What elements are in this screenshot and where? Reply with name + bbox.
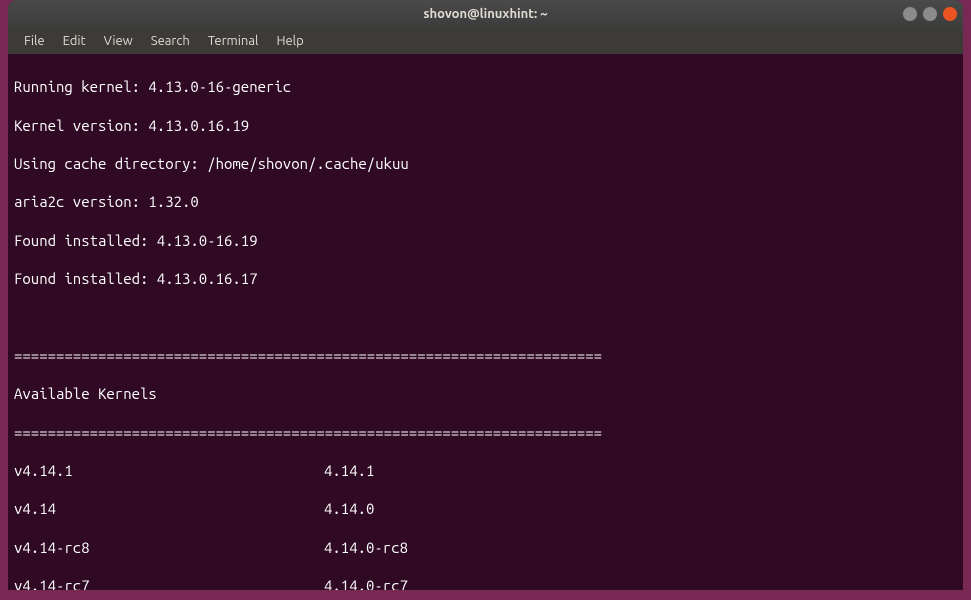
separator-line: ========================================… [14, 423, 957, 442]
kernel-row: v4.14-rc74.14.0-rc7 [14, 576, 957, 590]
separator-line: ========================================… [14, 346, 957, 365]
menu-search[interactable]: Search [143, 31, 198, 51]
window-title: shovon@linuxhint: ~ [423, 7, 547, 21]
menu-view[interactable]: View [96, 31, 141, 51]
kernel-version: 4.14.0 [324, 499, 374, 518]
kernel-name: v4.14-rc7 [14, 576, 324, 590]
window-controls [903, 7, 957, 21]
output-line: Found installed: 4.13.0-16.19 [14, 231, 957, 250]
close-button[interactable] [943, 7, 957, 21]
output-line: Found installed: 4.13.0.16.17 [14, 269, 957, 288]
output-line [14, 307, 957, 326]
kernel-row: v4.14-rc84.14.0-rc8 [14, 538, 957, 557]
kernel-name: v4.14.1 [14, 461, 324, 480]
output-line: Kernel version: 4.13.0.16.19 [14, 116, 957, 135]
kernel-name: v4.14 [14, 499, 324, 518]
titlebar: shovon@linuxhint: ~ [8, 0, 963, 28]
terminal-window: shovon@linuxhint: ~ File Edit View Searc… [8, 0, 963, 590]
output-line: aria2c version: 1.32.0 [14, 192, 957, 211]
menu-file[interactable]: File [16, 31, 53, 51]
minimize-button[interactable] [903, 7, 917, 21]
section-title: Available Kernels [14, 384, 957, 403]
menubar: File Edit View Search Terminal Help [8, 28, 963, 54]
kernel-row: v4.144.14.0 [14, 499, 957, 518]
menu-edit[interactable]: Edit [55, 31, 94, 51]
terminal-content[interactable]: Running kernel: 4.13.0-16-generic Kernel… [8, 54, 963, 590]
menu-help[interactable]: Help [268, 31, 311, 51]
kernel-version: 4.14.0-rc8 [324, 538, 408, 557]
menu-terminal[interactable]: Terminal [200, 31, 267, 51]
kernel-row: v4.14.14.14.1 [14, 461, 957, 480]
output-line: Using cache directory: /home/shovon/.cac… [14, 154, 957, 173]
maximize-button[interactable] [923, 7, 937, 21]
output-line: Running kernel: 4.13.0-16-generic [14, 77, 957, 96]
kernel-version: 4.14.0-rc7 [324, 576, 408, 590]
kernel-name: v4.14-rc8 [14, 538, 324, 557]
kernel-version: 4.14.1 [324, 461, 374, 480]
